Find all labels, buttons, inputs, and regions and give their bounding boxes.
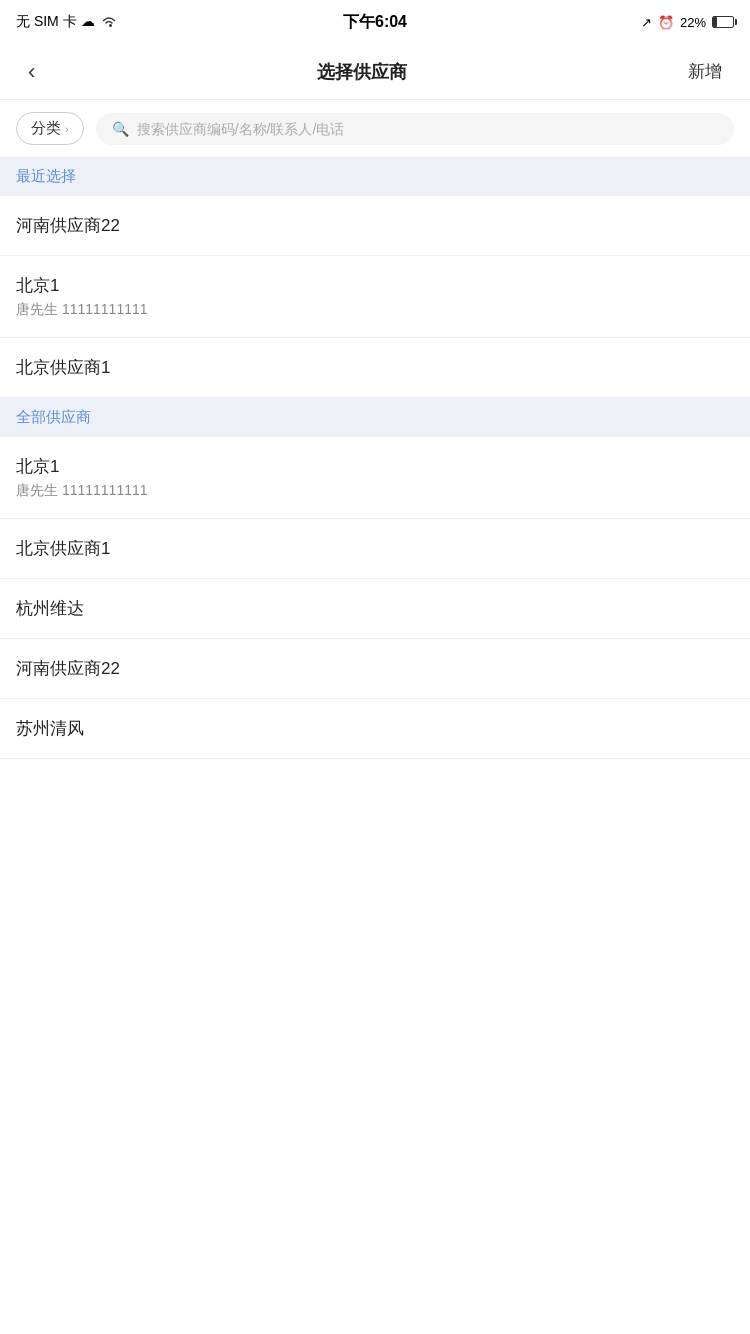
list-item[interactable]: 苏州清风 [0,699,750,759]
item-name: 北京1 [16,455,734,478]
chevron-right-icon: › [65,123,69,135]
battery-percent: 22% [680,15,706,30]
item-detail: 唐先生 11111111111 [16,301,734,319]
filter-bar: 分类 › 🔍 [0,100,750,157]
page-title: 选择供应商 [317,60,407,84]
list-item[interactable]: 北京1 唐先生 11111111111 [0,437,750,519]
recent-section-header: 最近选择 [0,157,750,196]
recent-list: 河南供应商22 北京1 唐先生 11111111111 北京供应商1 [0,196,750,398]
item-name: 苏州清风 [16,717,734,740]
status-right: ↗ ⏰ 22% [641,15,734,30]
wifi-icon [101,16,117,28]
status-time: 下午6:04 [343,12,407,33]
location-icon: ↗ [641,15,652,30]
list-item[interactable]: 杭州维达 [0,579,750,639]
status-bar: 无 SIM 卡 ☁ 下午6:04 ↗ ⏰ 22% [0,0,750,44]
item-name: 河南供应商22 [16,657,734,680]
sim-label: 无 SIM 卡 ☁ [16,13,95,31]
item-name: 北京供应商1 [16,537,734,560]
battery-icon [712,16,734,28]
list-item[interactable]: 北京供应商1 [0,338,750,398]
alarm-icon: ⏰ [658,15,674,30]
search-box: 🔍 [96,113,734,145]
all-list: 北京1 唐先生 11111111111 北京供应商1 杭州维达河南供应商22 苏州清风 [0,437,750,759]
list-item[interactable]: 河南供应商22 [0,196,750,256]
search-icon: 🔍 [112,121,129,137]
category-label: 分类 [31,119,61,138]
nav-bar: ‹ 选择供应商 新增 [0,44,750,100]
search-input[interactable] [137,121,718,137]
status-left: 无 SIM 卡 ☁ [16,13,117,31]
item-name: 河南供应商22 [16,214,734,237]
item-name: 北京1 [16,274,734,297]
back-button[interactable]: ‹ [20,51,43,93]
list-item[interactable]: 北京1 唐先生 11111111111 [0,256,750,338]
category-button[interactable]: 分类 › [16,112,84,145]
add-button[interactable]: 新增 [680,52,730,91]
list-item[interactable]: 北京供应商1 [0,519,750,579]
all-section-header: 全部供应商 [0,398,750,437]
list-item[interactable]: 河南供应商22 [0,639,750,699]
item-detail: 唐先生 11111111111 [16,482,734,500]
item-name: 北京供应商1 [16,356,734,379]
item-name: 杭州维达 [16,597,734,620]
